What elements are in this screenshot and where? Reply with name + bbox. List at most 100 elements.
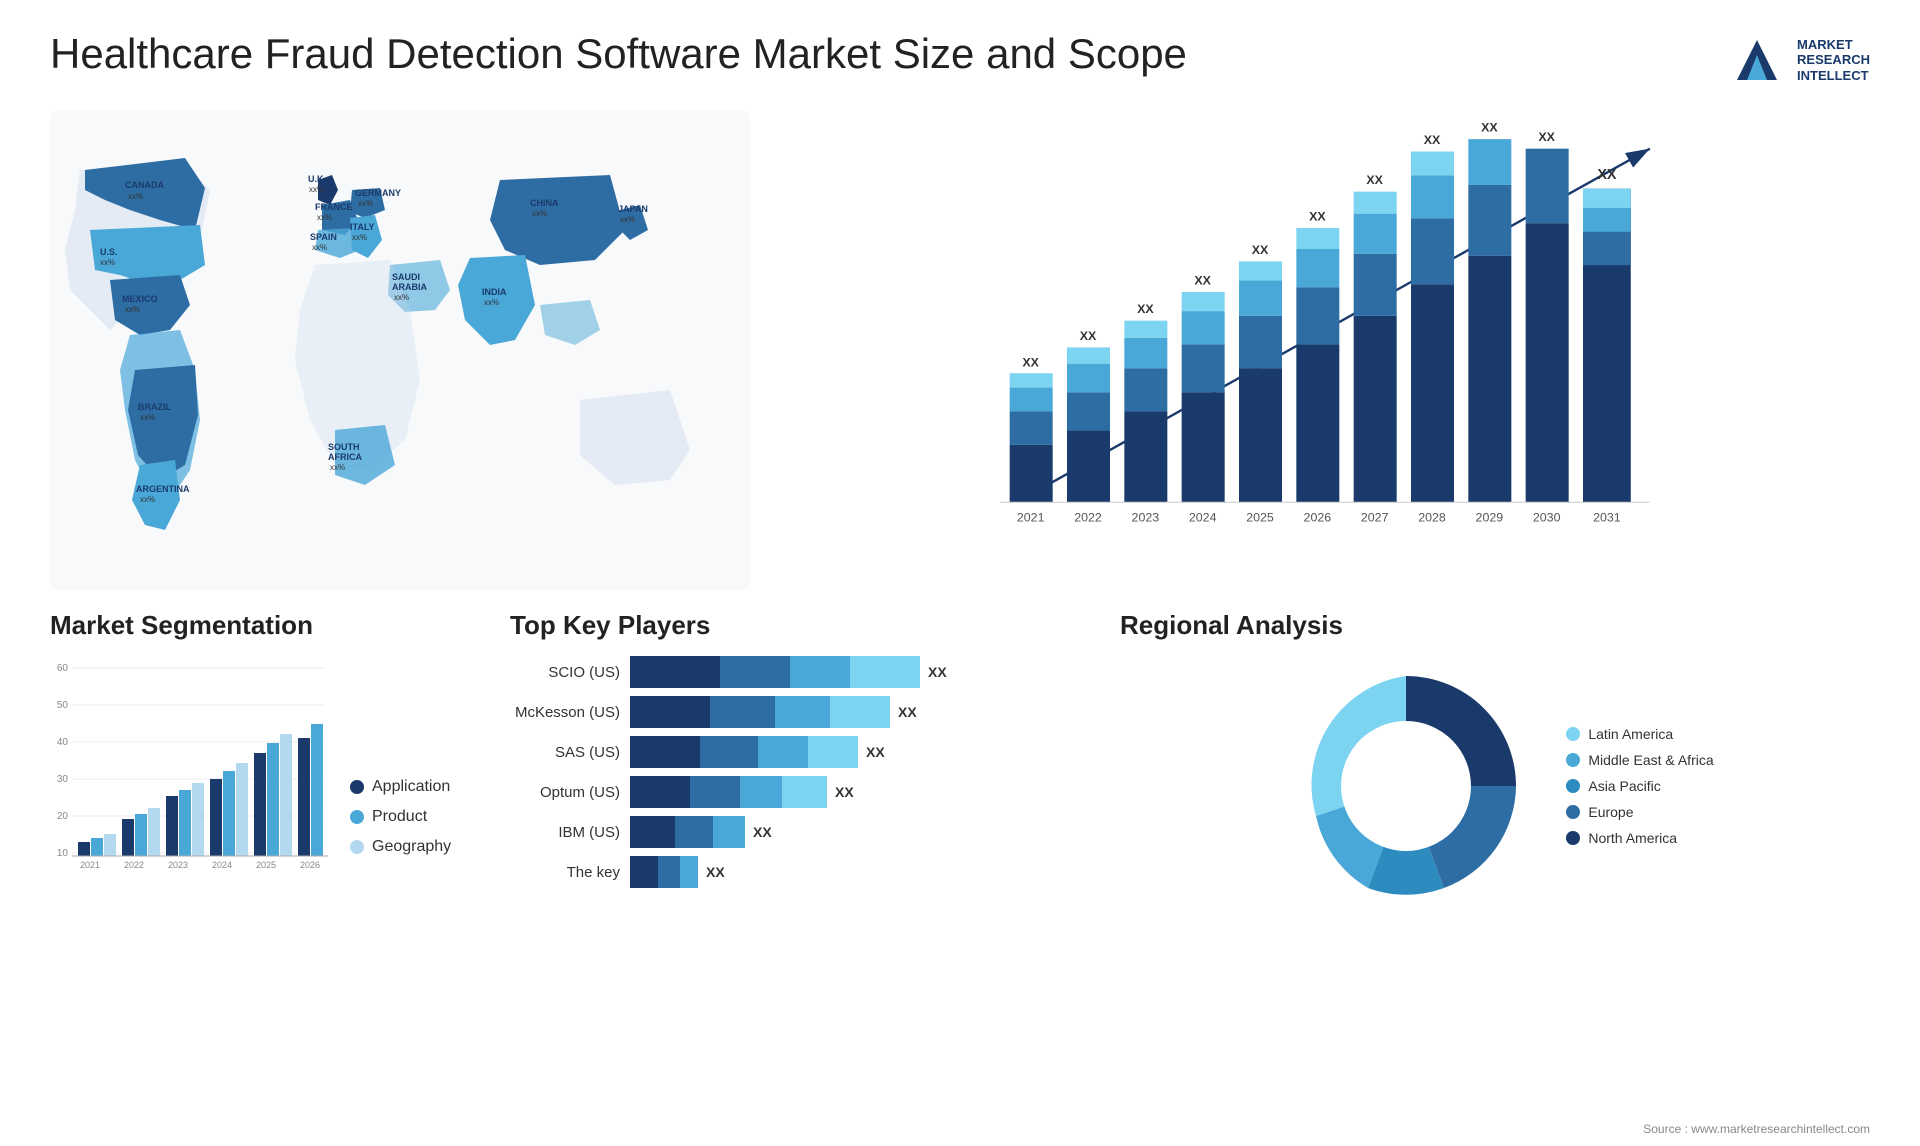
dot-europe	[1566, 805, 1580, 819]
bottom-section: Market Segmentation 60 50 40 30 20 10	[50, 610, 1870, 1116]
bar-chart: XX 2021 XX 2022 XX 2023	[780, 110, 1870, 590]
legend-latin-america: Latin America	[1566, 726, 1713, 742]
player-xx-optum: XX	[835, 784, 854, 800]
svg-text:2024: 2024	[212, 860, 232, 870]
player-xx-sas: XX	[866, 744, 885, 760]
spain-label: SPAIN	[310, 232, 337, 242]
bar-label-2025: XX	[1252, 243, 1269, 257]
label-europe: Europe	[1588, 804, 1633, 820]
logo-icon	[1727, 30, 1787, 90]
china-label: CHINA	[530, 198, 559, 208]
legend-north-america: North America	[1566, 830, 1713, 846]
saudi-value: xx%	[394, 293, 409, 302]
player-xx-thekey: XX	[706, 864, 725, 880]
canada-value: xx%	[128, 192, 143, 201]
year-2023: 2023	[1132, 510, 1160, 524]
world-map: CANADA xx% U.S. xx% MEXICO xx% BRAZIL xx…	[50, 110, 750, 590]
svg-text:2025: 2025	[256, 860, 276, 870]
player-row-thekey: The key XX	[510, 856, 1090, 888]
regional-panel: Regional Analysis	[1120, 610, 1870, 1116]
year-2021: 2021	[1017, 510, 1045, 524]
bar-chart-svg: XX 2021 XX 2022 XX 2023	[800, 120, 1850, 550]
bar-label-2029: XX	[1481, 120, 1498, 134]
dot-middle-east	[1566, 753, 1580, 767]
svg-text:40: 40	[57, 737, 69, 748]
safrica-label2: AFRICA	[328, 452, 362, 462]
uk-value: xx%	[309, 185, 324, 194]
main-container: Healthcare Fraud Detection Software Mark…	[0, 0, 1920, 1146]
legend-asia-pacific: Asia Pacific	[1566, 778, 1713, 794]
mexico-label: MEXICO	[122, 294, 158, 304]
svg-text:10: 10	[57, 848, 69, 859]
year-2022: 2022	[1074, 510, 1102, 524]
bar-label-2031: XX	[1597, 167, 1617, 183]
player-name-mckesson: McKesson (US)	[510, 704, 620, 721]
legend-label-application: Application	[372, 778, 450, 796]
svg-text:2021: 2021	[80, 860, 100, 870]
map-svg: CANADA xx% U.S. xx% MEXICO xx% BRAZIL xx…	[50, 110, 750, 590]
brazil-label: BRAZIL	[138, 402, 171, 412]
bar-label-2021: XX	[1022, 356, 1039, 370]
player-row-scio: SCIO (US) XX	[510, 656, 1090, 688]
player-row-mckesson: McKesson (US) XX	[510, 696, 1090, 728]
svg-text:30: 30	[57, 774, 69, 785]
header: Healthcare Fraud Detection Software Mark…	[50, 30, 1870, 90]
china-value: xx%	[532, 209, 547, 218]
legend-application: Application	[350, 778, 451, 796]
players-list: SCIO (US) XX McKesson (US)	[510, 656, 1090, 888]
player-row-sas: SAS (US) XX	[510, 736, 1090, 768]
uk-label: U.K.	[308, 174, 326, 184]
player-bar-mckesson: XX	[630, 696, 917, 728]
key-players-panel: Top Key Players SCIO (US) XX	[510, 610, 1090, 1116]
saudi-label2: ARABIA	[392, 282, 427, 292]
legend-product: Product	[350, 808, 451, 826]
source-text: Source : www.marketresearchintellect.com	[1643, 1122, 1870, 1136]
japan-label: JAPAN	[618, 204, 648, 214]
safrica-value: xx%	[330, 463, 345, 472]
india-value: xx%	[484, 298, 499, 307]
year-2031: 2031	[1593, 510, 1621, 524]
year-2026: 2026	[1304, 510, 1332, 524]
svg-text:2026: 2026	[300, 860, 320, 870]
player-bar-sas: XX	[630, 736, 885, 768]
legend-middle-east: Middle East & Africa	[1566, 752, 1713, 768]
player-bar-optum: XX	[630, 776, 854, 808]
legend-dot-geography	[350, 840, 364, 854]
segmentation-panel: Market Segmentation 60 50 40 30 20 10	[50, 610, 480, 1116]
bar-label-2030: XX	[1538, 130, 1555, 144]
saudi-label: SAUDI	[392, 272, 420, 282]
player-name-scio: SCIO (US)	[510, 664, 620, 681]
italy-label: ITALY	[350, 222, 375, 232]
label-middle-east: Middle East & Africa	[1588, 752, 1713, 768]
logo-text: MARKET RESEARCH INTELLECT	[1797, 37, 1870, 84]
regional-content: Latin America Middle East & Africa Asia …	[1120, 656, 1870, 916]
year-2030: 2030	[1533, 510, 1561, 524]
year-2024: 2024	[1189, 510, 1217, 524]
legend-dot-product	[350, 810, 364, 824]
year-2028: 2028	[1418, 510, 1446, 524]
canada-label: CANADA	[125, 180, 164, 190]
legend-label-geography: Geography	[372, 838, 451, 856]
player-name-optum: Optum (US)	[510, 784, 620, 801]
year-2029: 2029	[1476, 510, 1504, 524]
bar-label-2022: XX	[1080, 329, 1097, 343]
legend-geography: Geography	[350, 838, 451, 856]
logo-container: MARKET RESEARCH INTELLECT	[1727, 30, 1870, 90]
segmentation-title: Market Segmentation	[50, 610, 480, 641]
seg-legend: Application Product Geography	[350, 778, 451, 876]
bar-label-2027: XX	[1366, 173, 1383, 187]
player-xx-scio: XX	[928, 664, 947, 680]
player-name-thekey: The key	[510, 864, 620, 881]
germany-label: GERMANY	[355, 188, 401, 198]
us-label: U.S.	[100, 247, 118, 257]
france-label: FRANCE	[315, 202, 353, 212]
player-bar-scio: XX	[630, 656, 947, 688]
player-row-optum: Optum (US) XX	[510, 776, 1090, 808]
label-asia-pacific: Asia Pacific	[1588, 778, 1660, 794]
label-latin-america: Latin America	[1588, 726, 1673, 742]
spain-value: xx%	[312, 243, 327, 252]
argentina-value: xx%	[140, 495, 155, 504]
us-value: xx%	[100, 258, 115, 267]
legend-label-product: Product	[372, 808, 427, 826]
player-bar-thekey: XX	[630, 856, 725, 888]
